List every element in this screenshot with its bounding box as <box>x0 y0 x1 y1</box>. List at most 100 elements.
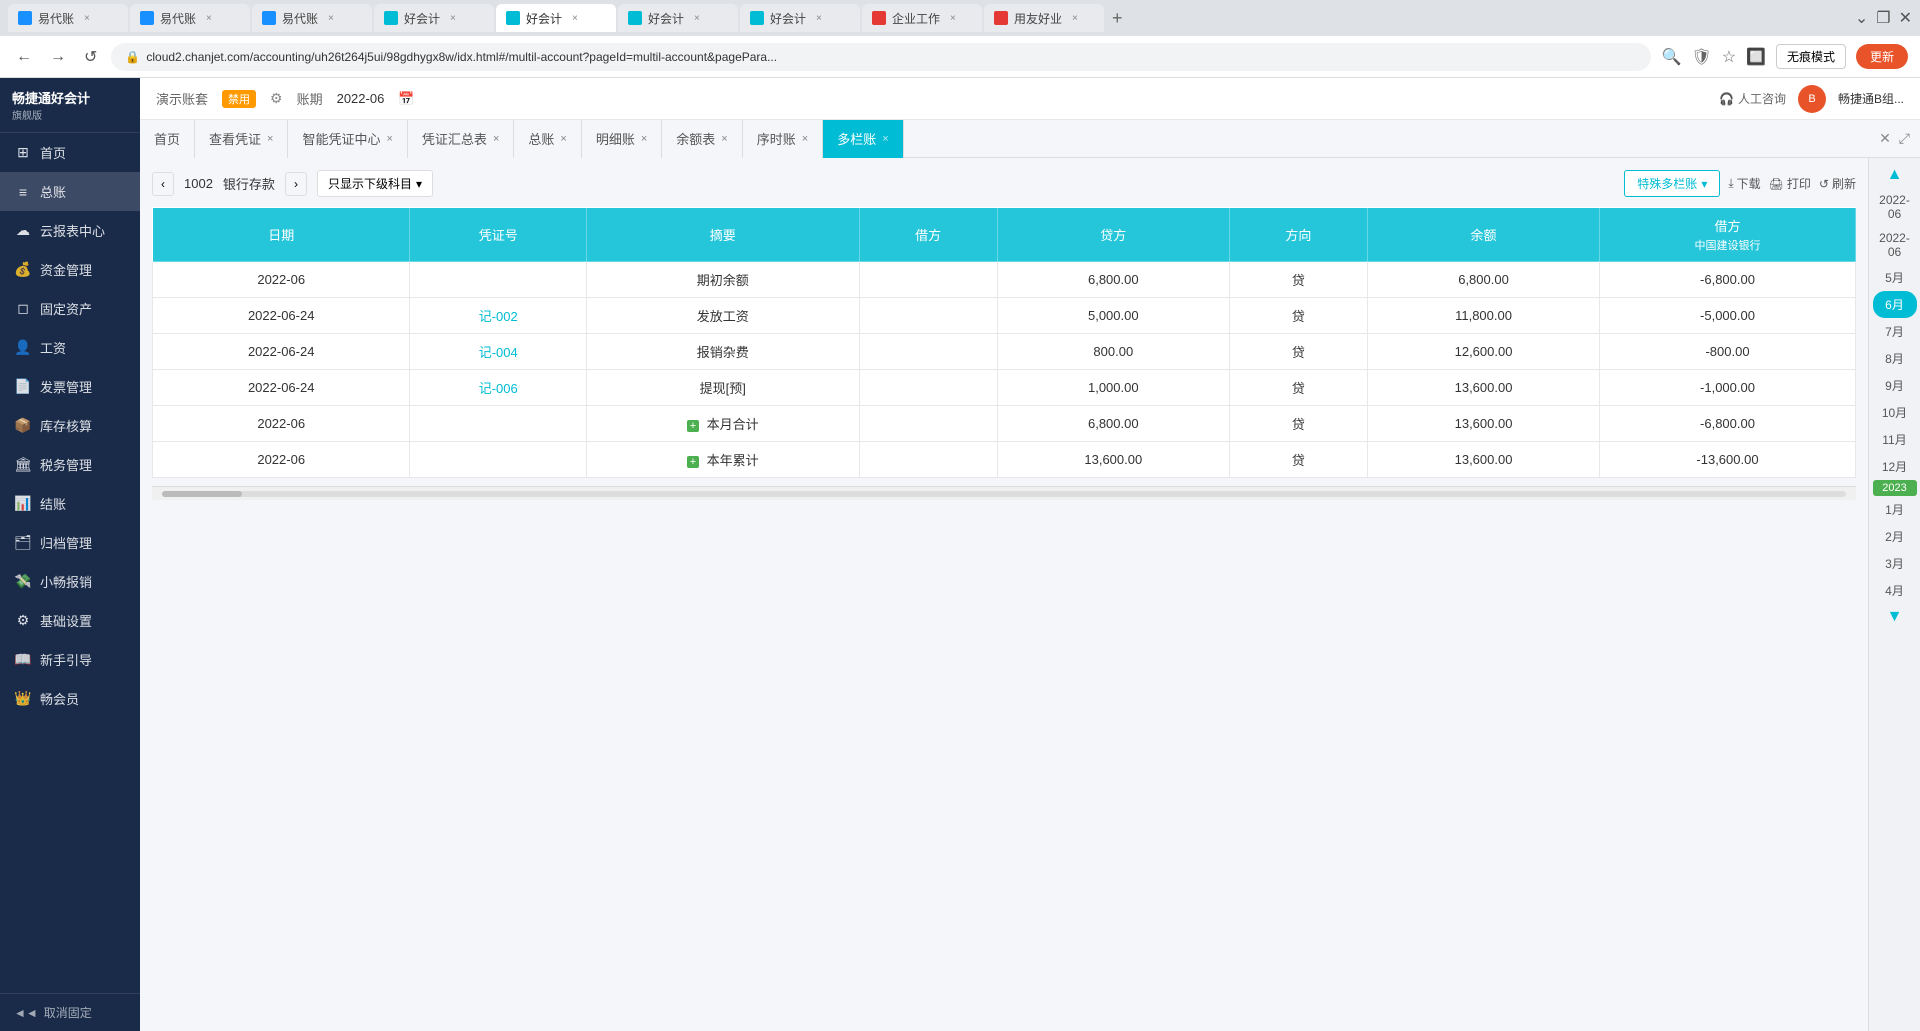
sidebar-item-member[interactable]: 👑 畅会员 <box>0 679 140 718</box>
tab-close-3[interactable]: × <box>328 13 334 24</box>
date-nav-item-2022-06-2[interactable]: 2022-06 <box>1873 226 1917 264</box>
page-tab-general-ledger[interactable]: 总账 × <box>514 120 581 158</box>
calendar-icon[interactable]: 📅 <box>398 91 414 107</box>
date-nav-item-apr23[interactable]: 4月 <box>1873 577 1917 604</box>
tab-close-multicol[interactable]: × <box>882 133 888 145</box>
date-nav-item-jan23[interactable]: 1月 <box>1873 496 1917 523</box>
sidebar-item-closing[interactable]: 📊 结账 <box>0 484 140 523</box>
page-tab-journal[interactable]: 序时账 × <box>743 120 823 158</box>
page-tab-smart-voucher[interactable]: 智能凭证中心 × <box>288 120 407 158</box>
date-nav-item-jul[interactable]: 7月 <box>1873 318 1917 345</box>
restore-icon[interactable]: ❐ <box>1876 8 1890 28</box>
closing-icon: 📊 <box>14 495 32 512</box>
page-tab-voucher[interactable]: 查看凭证 × <box>195 120 288 158</box>
tab-7[interactable]: 好会计 × <box>740 4 860 32</box>
tab-4[interactable]: 好会计 × <box>374 4 494 32</box>
print-button[interactable]: 🖨 打印 <box>1769 175 1811 192</box>
tab-close-6[interactable]: × <box>694 13 700 24</box>
back-button[interactable]: ← <box>12 44 36 70</box>
tab-9[interactable]: 用友好业 × <box>984 4 1104 32</box>
date-nav-item-aug[interactable]: 8月 <box>1873 345 1917 372</box>
new-tab-button[interactable]: + <box>1106 8 1129 29</box>
date-nav-item-may[interactable]: 5月 <box>1873 264 1917 291</box>
tab-close-detail[interactable]: × <box>641 133 647 145</box>
expand-panel-icon[interactable]: ⤢ <box>1899 130 1910 147</box>
sidebar-item-fund[interactable]: 💰 资金管理 <box>0 250 140 289</box>
tab-5[interactable]: 好会计 × <box>496 4 616 32</box>
tab-6[interactable]: 好会计 × <box>618 4 738 32</box>
tab-close-smart[interactable]: × <box>386 133 392 145</box>
tab-close-voucher[interactable]: × <box>267 133 273 145</box>
sidebar-item-fixed-assets[interactable]: ◻ 固定资产 <box>0 289 140 328</box>
tab-close-5[interactable]: × <box>572 13 578 24</box>
date-nav-item-2022-06-1[interactable]: 2022-06 <box>1873 188 1917 226</box>
shield-icon[interactable]: 🛡 <box>1691 47 1711 67</box>
settings-gear-icon[interactable]: ⚙ <box>270 90 283 107</box>
date-nav-item-dec[interactable]: 12月 <box>1873 453 1917 480</box>
date-nav-item-sep[interactable]: 9月 <box>1873 372 1917 399</box>
voucher-link-2[interactable]: 记-004 <box>479 345 518 360</box>
sidebar-item-cloud-report[interactable]: ☁ 云报表中心 <box>0 211 140 250</box>
tab-3[interactable]: 易代账 × <box>252 4 372 32</box>
date-nav-item-mar23[interactable]: 3月 <box>1873 550 1917 577</box>
pin-toggle[interactable]: ◄◄ 取消固定 <box>0 993 140 1031</box>
minimize-icon[interactable]: ⌄ <box>1855 8 1868 28</box>
page-tab-detail[interactable]: 明细账 × <box>582 120 662 158</box>
extension-icon[interactable]: 🔲 <box>1746 47 1766 67</box>
horizontal-scrollbar[interactable] <box>152 486 1856 500</box>
tab-close-balance[interactable]: × <box>721 133 727 145</box>
url-input[interactable]: 🔒 cloud2.chanjet.com/accounting/uh26t264… <box>111 43 1651 71</box>
update-button[interactable]: 更新 <box>1856 44 1908 69</box>
tab-close-8[interactable]: × <box>950 13 956 24</box>
incognito-mode-button[interactable]: 无痕模式 <box>1776 44 1846 69</box>
reload-button[interactable]: ↺ <box>80 43 101 71</box>
sidebar-item-inventory[interactable]: 📦 库存核算 <box>0 406 140 445</box>
tab-1[interactable]: 易代账 × <box>8 4 128 32</box>
date-nav-item-feb23[interactable]: 2月 <box>1873 523 1917 550</box>
sidebar-item-expense[interactable]: 💸 小畅报销 <box>0 562 140 601</box>
scroll-thumb[interactable] <box>162 491 242 497</box>
date-nav-scroll-down[interactable]: ▼ <box>1883 604 1907 630</box>
voucher-link-3[interactable]: 记-006 <box>479 381 518 396</box>
tab-close-9[interactable]: × <box>1072 13 1078 24</box>
multi-col-button[interactable]: 特殊多栏账 ▾ <box>1624 170 1720 197</box>
sidebar-item-payroll[interactable]: 👤 工资 <box>0 328 140 367</box>
next-account-button[interactable]: › <box>285 172 307 196</box>
forward-button[interactable]: → <box>46 44 70 70</box>
download-button[interactable]: ⤓ 下载 <box>1728 175 1760 192</box>
voucher-link-1[interactable]: 记-002 <box>479 309 518 324</box>
tab-close-journal[interactable]: × <box>802 133 808 145</box>
page-tab-home[interactable]: 首页 <box>140 120 195 158</box>
tab-8[interactable]: 企业工作 × <box>862 4 982 32</box>
date-nav-scroll-up[interactable]: ▲ <box>1883 162 1907 188</box>
filter-dropdown[interactable]: 只显示下级科目 ▾ <box>317 170 433 197</box>
page-tab-multicolumn[interactable]: 多栏账 × <box>823 120 903 158</box>
sidebar-item-home[interactable]: ⊞ 首页 <box>0 133 140 172</box>
tab-close-1[interactable]: × <box>84 13 90 24</box>
date-nav-item-oct[interactable]: 10月 <box>1873 399 1917 426</box>
sidebar-item-archive[interactable]: 🗂 归档管理 <box>0 523 140 562</box>
sidebar-item-settings[interactable]: ⚙ 基础设置 <box>0 601 140 640</box>
tab-close-7[interactable]: × <box>816 13 822 24</box>
tab-close-4[interactable]: × <box>450 13 456 24</box>
tab-2[interactable]: 易代账 × <box>130 4 250 32</box>
page-tab-balance[interactable]: 余额表 × <box>662 120 742 158</box>
bookmark-icon[interactable]: ☆ <box>1722 47 1736 67</box>
consult-button[interactable]: 🎧 人工咨询 <box>1719 90 1786 107</box>
date-nav-year-2023[interactable]: 2023 <box>1873 480 1917 496</box>
sidebar-item-invoice[interactable]: 📄 发票管理 <box>0 367 140 406</box>
tab-close-gl[interactable]: × <box>560 133 566 145</box>
close-window-icon[interactable]: ✕ <box>1899 8 1912 28</box>
date-nav-item-jun[interactable]: 6月 <box>1873 291 1917 318</box>
close-panel-icon[interactable]: ✕ <box>1879 130 1891 147</box>
page-tab-summary[interactable]: 凭证汇总表 × <box>408 120 514 158</box>
date-nav-item-nov[interactable]: 11月 <box>1873 426 1917 453</box>
tab-close-2[interactable]: × <box>206 13 212 24</box>
sidebar-item-guide[interactable]: 📖 新手引导 <box>0 640 140 679</box>
search-icon[interactable]: 🔍 <box>1661 47 1681 67</box>
prev-account-button[interactable]: ‹ <box>152 172 174 196</box>
sidebar-item-ledger[interactable]: ≡ 总账 <box>0 172 140 211</box>
refresh-button[interactable]: ↺ 刷新 <box>1819 175 1856 192</box>
tab-close-summary[interactable]: × <box>493 133 499 145</box>
sidebar-item-tax[interactable]: 🏛 税务管理 <box>0 445 140 484</box>
